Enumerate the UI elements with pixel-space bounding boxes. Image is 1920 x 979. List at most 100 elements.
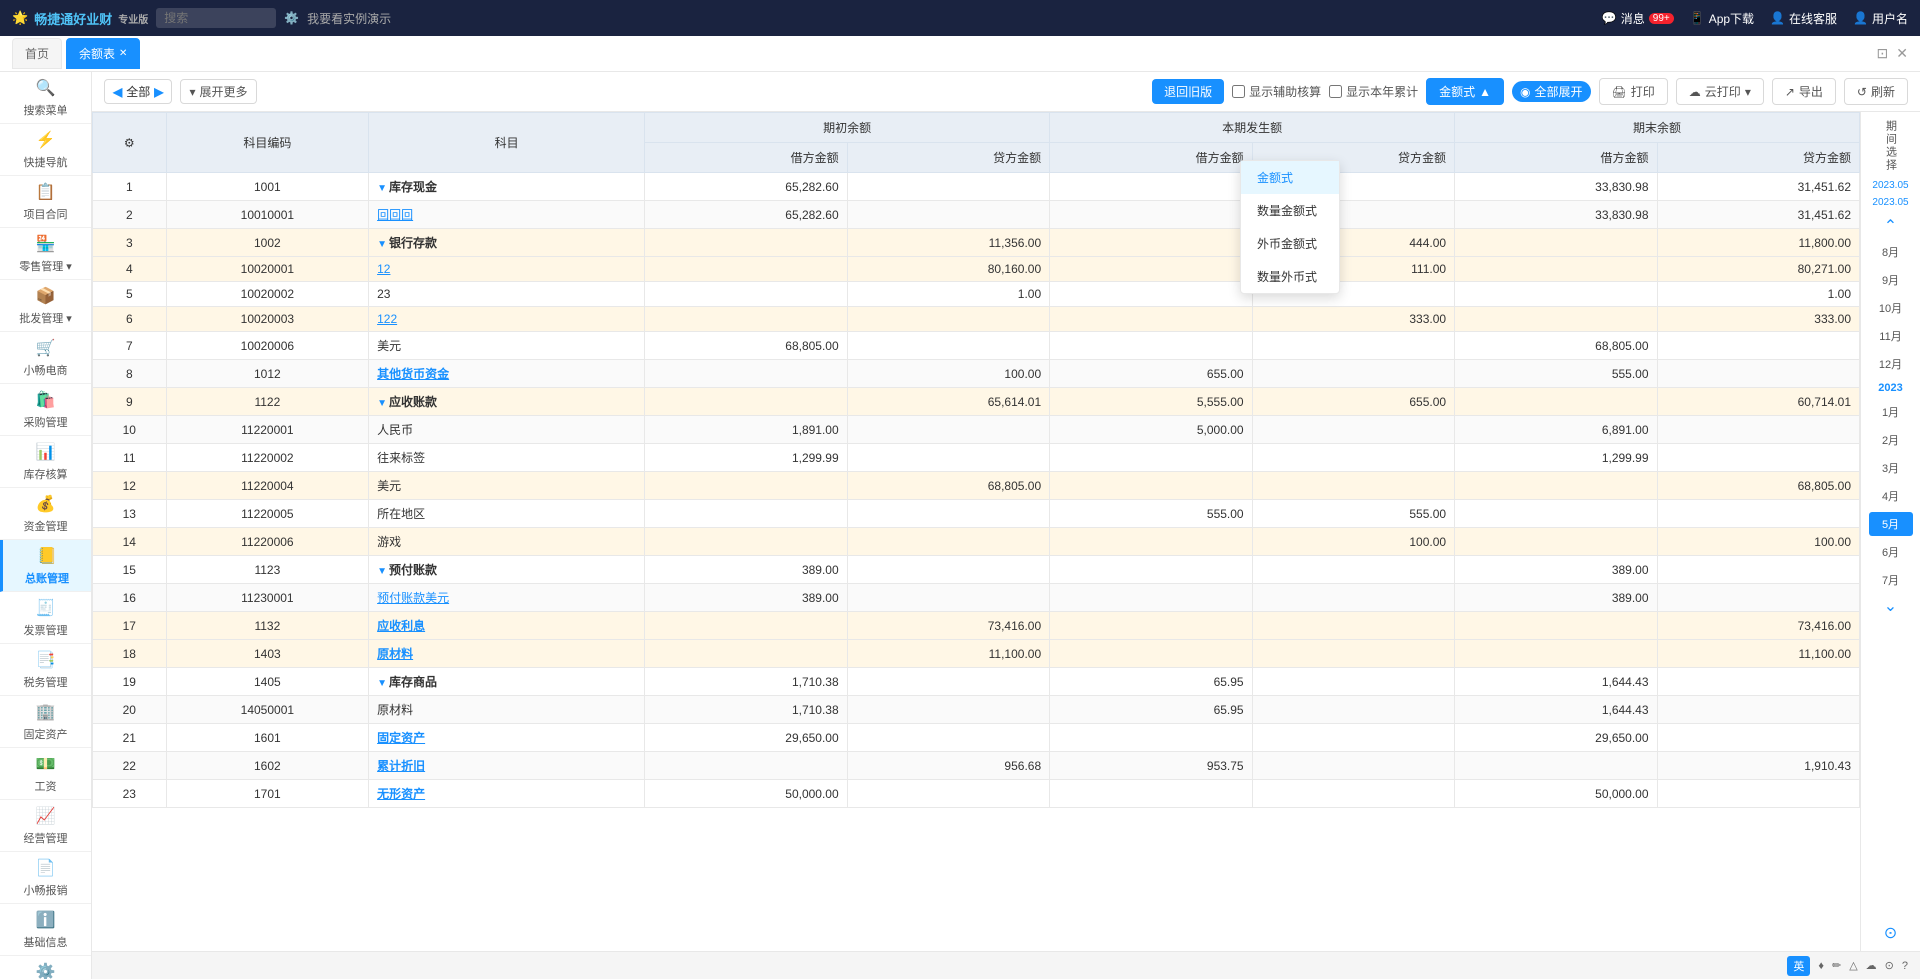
demo-link[interactable]: 我要看实例演示: [307, 10, 391, 27]
triangle-icon: △: [1849, 959, 1857, 972]
inventory-icon: 📊: [36, 442, 56, 462]
sidebar-item-wholesale[interactable]: 📦 批发管理 ▾: [0, 280, 91, 332]
sidebar-item-accounting[interactable]: 📒 总账管理: [0, 540, 91, 592]
sidebar-item-quicknav[interactable]: ⚡ 快捷导航: [0, 124, 91, 176]
print-btn[interactable]: 🖨 打印: [1599, 78, 1668, 105]
cell-name[interactable]: 回回回: [369, 201, 645, 229]
sidebar-item-payroll[interactable]: 💵 工资: [0, 748, 91, 800]
expand-all-label: 全部展开: [1535, 83, 1583, 100]
month-10[interactable]: 10月: [1869, 296, 1913, 320]
cell-name: 所在地区: [369, 500, 645, 528]
operations-icon: 📈: [36, 806, 56, 826]
cell-code: 10020003: [166, 307, 368, 332]
month-11[interactable]: 11月: [1869, 324, 1913, 348]
month-5[interactable]: 5月: [1869, 512, 1913, 536]
cell-closing-credit: 100.00: [1657, 528, 1859, 556]
refresh-btn[interactable]: ↺ 刷新: [1844, 78, 1908, 105]
edit-icon[interactable]: ✏: [1832, 959, 1841, 972]
cell-code: 11220006: [166, 528, 368, 556]
table-row: 231701 无形资产 50,000.0050,000.00: [93, 780, 1860, 808]
cell-opening-debit: 1,710.38: [645, 696, 847, 724]
sidebar-item-retail[interactable]: 🏪 零售管理 ▾: [0, 228, 91, 280]
tab-balance[interactable]: 余额表 ✕: [66, 38, 140, 69]
tab-restore-btn[interactable]: ⊡: [1877, 45, 1889, 62]
expand-more-btn[interactable]: ▾ 展开更多: [180, 79, 256, 104]
expand-all-toggle[interactable]: ◉ 全部展开: [1512, 81, 1591, 102]
th-settings[interactable]: ⚙: [93, 113, 167, 173]
month-3[interactable]: 3月: [1869, 456, 1913, 480]
message-btn[interactable]: 💬 消息 99+: [1602, 10, 1674, 27]
sidebar-item-assets[interactable]: 🏢 固定资产: [0, 696, 91, 748]
th-closing-credit: 贷方金额: [1657, 143, 1859, 173]
cell-period-credit: [1252, 556, 1454, 584]
tab-home[interactable]: 首页: [12, 38, 62, 69]
month-2[interactable]: 2月: [1869, 428, 1913, 452]
sidebar-item-purchase[interactable]: 🛍️ 采购管理: [0, 384, 91, 436]
sidebar-item-ecommerce[interactable]: 🛒 小畅电商: [0, 332, 91, 384]
dropdown-item-qty-amount[interactable]: 数量金额式: [1241, 194, 1339, 227]
lang-btn[interactable]: 英: [1787, 956, 1810, 976]
refresh-icon: ↺: [1857, 85, 1867, 99]
cell-name[interactable]: 无形资产: [369, 780, 645, 808]
prev-year-btn[interactable]: ⌃: [1884, 216, 1897, 236]
sidebar-item-inventory[interactable]: 📊 库存核算: [0, 436, 91, 488]
cell-name[interactable]: 预付账款美元: [369, 584, 645, 612]
export-btn[interactable]: ↗ 导出: [1772, 78, 1836, 105]
cell-name[interactable]: 固定资产: [369, 724, 645, 752]
sidebar-item-basic[interactable]: ℹ️ 基础信息: [0, 904, 91, 956]
table-row: 181403 原材料 11,100.0011,100.00: [93, 640, 1860, 668]
sidebar-item-search[interactable]: 🔍 搜索菜单: [0, 72, 91, 124]
sidebar-item-invoice[interactable]: 🧾 发票管理: [0, 592, 91, 644]
app-download-btn[interactable]: 📱 App下载: [1690, 10, 1754, 27]
sidebar-label-payroll: 工资: [35, 778, 57, 794]
sidebar-item-capital[interactable]: 💰 资金管理: [0, 488, 91, 540]
tab-close-btn[interactable]: ✕: [119, 48, 127, 59]
month-1[interactable]: 1月: [1869, 400, 1913, 424]
cell-period-credit: [1252, 360, 1454, 388]
panel-collapse-btn[interactable]: ⊙: [1881, 926, 1901, 939]
sidebar-item-project[interactable]: 📋 项目合同: [0, 176, 91, 228]
help-icon[interactable]: ?: [1902, 960, 1908, 972]
online-service-btn[interactable]: 👤 在线客服: [1770, 10, 1837, 27]
cell-name: ▼银行存款: [369, 229, 645, 257]
sidebar-item-system[interactable]: ⚙️ 系统管理: [0, 956, 91, 979]
cell-name[interactable]: 累计折旧: [369, 752, 645, 780]
tab-close-all-btn[interactable]: ✕: [1896, 45, 1908, 62]
ytd-checkbox[interactable]: [1329, 85, 1342, 98]
sidebar-item-operations[interactable]: 📈 经营管理: [0, 800, 91, 852]
cell-name[interactable]: 原材料: [369, 640, 645, 668]
back-old-btn[interactable]: 退回旧版: [1152, 79, 1224, 104]
show-auxiliary-check[interactable]: 显示辅助核算: [1232, 83, 1321, 100]
dropdown-item-amount[interactable]: 金额式: [1241, 161, 1339, 194]
app-name: 畅捷通好业财: [34, 9, 112, 28]
next-year-btn[interactable]: ⌄: [1884, 596, 1897, 616]
settings-icon[interactable]: ⚙️: [284, 11, 299, 25]
app-version: 专业版: [118, 11, 148, 26]
auxiliary-checkbox[interactable]: [1232, 85, 1245, 98]
dropdown-item-forex-amount[interactable]: 外币金额式: [1241, 227, 1339, 260]
month-9[interactable]: 9月: [1869, 268, 1913, 292]
user-avatar[interactable]: 👤 用户名: [1853, 10, 1908, 27]
sidebar-item-tax[interactable]: 📑 税务管理: [0, 644, 91, 696]
month-6[interactable]: 6月: [1869, 540, 1913, 564]
cell-name[interactable]: 其他货币资金: [369, 360, 645, 388]
cell-opening-credit: 80,160.00: [847, 257, 1049, 282]
cell-name[interactable]: 122: [369, 307, 645, 332]
sidebar-item-report[interactable]: 📄 小畅报销: [0, 852, 91, 904]
month-8[interactable]: 8月: [1869, 240, 1913, 264]
month-7[interactable]: 7月: [1869, 568, 1913, 592]
all-btn[interactable]: ◀ 全部 ▶: [104, 79, 172, 104]
top-search-input[interactable]: [156, 8, 276, 28]
cell-name[interactable]: 应收利息: [369, 612, 645, 640]
cell-no: 6: [93, 307, 167, 332]
cell-opening-credit: 1.00: [847, 282, 1049, 307]
show-ytd-check[interactable]: 显示本年累计: [1329, 83, 1418, 100]
cell-code: 1132: [166, 612, 368, 640]
amount-mode-btn[interactable]: 金额式 ▲: [1426, 78, 1504, 105]
cell-name[interactable]: 12: [369, 257, 645, 282]
month-4[interactable]: 4月: [1869, 484, 1913, 508]
cloud-print-btn[interactable]: ☁ 云打印 ▾: [1676, 78, 1764, 105]
dropdown-item-qty-forex[interactable]: 数量外币式: [1241, 260, 1339, 293]
month-12[interactable]: 12月: [1869, 352, 1913, 376]
retail-icon: 🏪: [36, 234, 56, 254]
